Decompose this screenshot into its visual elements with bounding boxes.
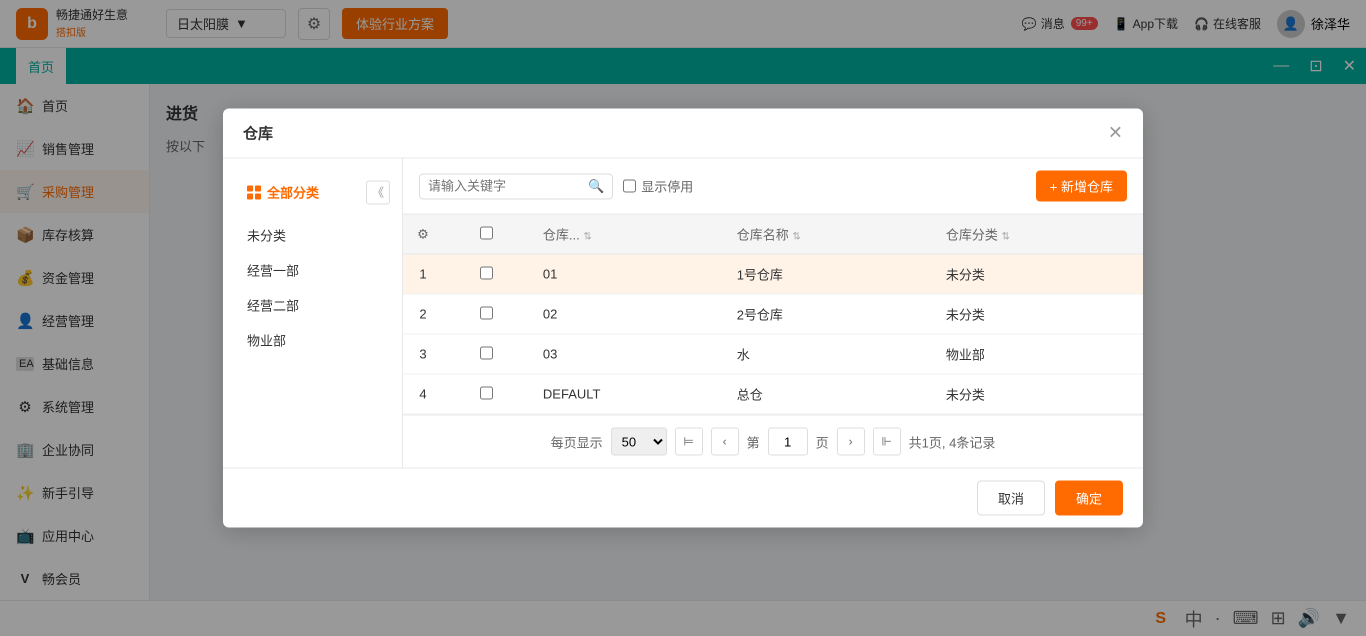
th-checkbox — [443, 215, 531, 255]
search-icon[interactable]: 🔍 — [588, 178, 604, 194]
per-page-select[interactable]: 50 10 20 100 — [611, 428, 667, 456]
row-name: 1号仓库 — [725, 254, 934, 294]
row-checkbox[interactable] — [480, 266, 493, 279]
row-checkbox[interactable] — [480, 386, 493, 399]
row-category: 物业部 — [934, 334, 1143, 374]
category-item-ops2[interactable]: 经营二部 — [223, 288, 402, 323]
th-name: 仓库名称 ⇅ — [725, 215, 934, 255]
grid-icon — [247, 185, 261, 199]
next-page-button[interactable]: › — [837, 428, 865, 456]
modal-footer: 取消 确定 — [223, 468, 1143, 528]
row-index: 4 — [403, 374, 443, 414]
modal-main-area: 🔍 显示停用 + 新增仓库 ⚙ — [403, 159, 1143, 468]
gear-icon: ⚙ — [417, 226, 429, 241]
row-index: 2 — [403, 294, 443, 334]
per-page-label: 每页显示 — [551, 432, 603, 451]
row-code: 02 — [531, 294, 725, 334]
row-index: 1 — [403, 254, 443, 294]
table-row[interactable]: 3 03 水 物业部 — [403, 334, 1143, 374]
modal-category-sidebar: 全部分类 《 未分类 经营一部 经营二部 物业部 — [223, 159, 403, 468]
th-code: 仓库... ⇅ — [531, 215, 725, 255]
th-gear: ⚙ — [403, 215, 443, 255]
prev-page-button[interactable]: ‹ — [711, 428, 739, 456]
sort-name-icon[interactable]: ⇅ — [792, 232, 800, 243]
row-name: 总仓 — [725, 374, 934, 414]
modal-toolbar-left: 🔍 显示停用 — [419, 173, 693, 199]
sort-category-icon[interactable]: ⇅ — [1001, 232, 1009, 243]
row-code: DEFAULT — [531, 374, 725, 414]
table-row[interactable]: 1 01 1号仓库 未分类 — [403, 254, 1143, 294]
collapse-sidebar-button[interactable]: 《 — [366, 180, 390, 204]
row-checkbox[interactable] — [480, 346, 493, 359]
show-disabled-check[interactable] — [623, 180, 636, 193]
row-name: 水 — [725, 334, 934, 374]
category-header: 全部分类 《 — [223, 167, 402, 218]
table-header-row: ⚙ 仓库... ⇅ 仓库名称 ⇅ — [403, 215, 1143, 255]
confirm-button[interactable]: 确定 — [1055, 481, 1123, 516]
select-all-checkbox[interactable] — [480, 226, 493, 239]
row-category: 未分类 — [934, 294, 1143, 334]
show-disabled-checkbox[interactable]: 显示停用 — [623, 177, 693, 196]
row-checkbox-cell[interactable] — [443, 294, 531, 334]
last-page-button[interactable]: ⊩ — [873, 428, 901, 456]
pagination: 每页显示 50 10 20 100 ⊨ ‹ 第 页 › ⊩ 共1页, 4条记录 — [403, 415, 1143, 468]
category-all-item[interactable]: 全部分类 — [235, 175, 331, 210]
category-item-property[interactable]: 物业部 — [223, 323, 402, 358]
row-code: 03 — [531, 334, 725, 374]
row-index: 3 — [403, 334, 443, 374]
row-code: 01 — [531, 254, 725, 294]
page-number-input[interactable] — [768, 428, 808, 456]
table-row[interactable]: 2 02 2号仓库 未分类 — [403, 294, 1143, 334]
modal-header: 仓库 ✕ — [223, 109, 1143, 159]
warehouse-table: ⚙ 仓库... ⇅ 仓库名称 ⇅ — [403, 215, 1143, 415]
row-category: 未分类 — [934, 254, 1143, 294]
search-input[interactable] — [428, 179, 588, 194]
cancel-button[interactable]: 取消 — [977, 481, 1045, 516]
th-category: 仓库分类 ⇅ — [934, 215, 1143, 255]
row-checkbox-cell[interactable] — [443, 374, 531, 414]
row-category: 未分类 — [934, 374, 1143, 414]
modal-body: 全部分类 《 未分类 经营一部 经营二部 物业部 🔍 显示 — [223, 159, 1143, 468]
search-box[interactable]: 🔍 — [419, 173, 613, 199]
modal-close-button[interactable]: ✕ — [1108, 123, 1123, 144]
row-checkbox-cell[interactable] — [443, 254, 531, 294]
pagination-summary: 共1页, 4条记录 — [909, 432, 996, 451]
row-name: 2号仓库 — [725, 294, 934, 334]
modal-toolbar: 🔍 显示停用 + 新增仓库 — [403, 159, 1143, 215]
warehouse-table-wrap: ⚙ 仓库... ⇅ 仓库名称 ⇅ — [403, 215, 1143, 415]
sort-code-icon[interactable]: ⇅ — [583, 232, 591, 243]
add-warehouse-button[interactable]: + 新增仓库 — [1036, 171, 1127, 202]
warehouse-modal: 仓库 ✕ 全部分类 《 未分类 经营一部 经营二部 物业 — [223, 109, 1143, 528]
page-unit: 页 — [816, 432, 829, 451]
page-label: 第 — [747, 432, 760, 451]
modal-title: 仓库 — [243, 123, 273, 144]
category-item-ops1[interactable]: 经营一部 — [223, 253, 402, 288]
category-item-uncategorized[interactable]: 未分类 — [223, 218, 402, 253]
first-page-button[interactable]: ⊨ — [675, 428, 703, 456]
table-row[interactable]: 4 DEFAULT 总仓 未分类 — [403, 374, 1143, 414]
row-checkbox-cell[interactable] — [443, 334, 531, 374]
row-checkbox[interactable] — [480, 306, 493, 319]
